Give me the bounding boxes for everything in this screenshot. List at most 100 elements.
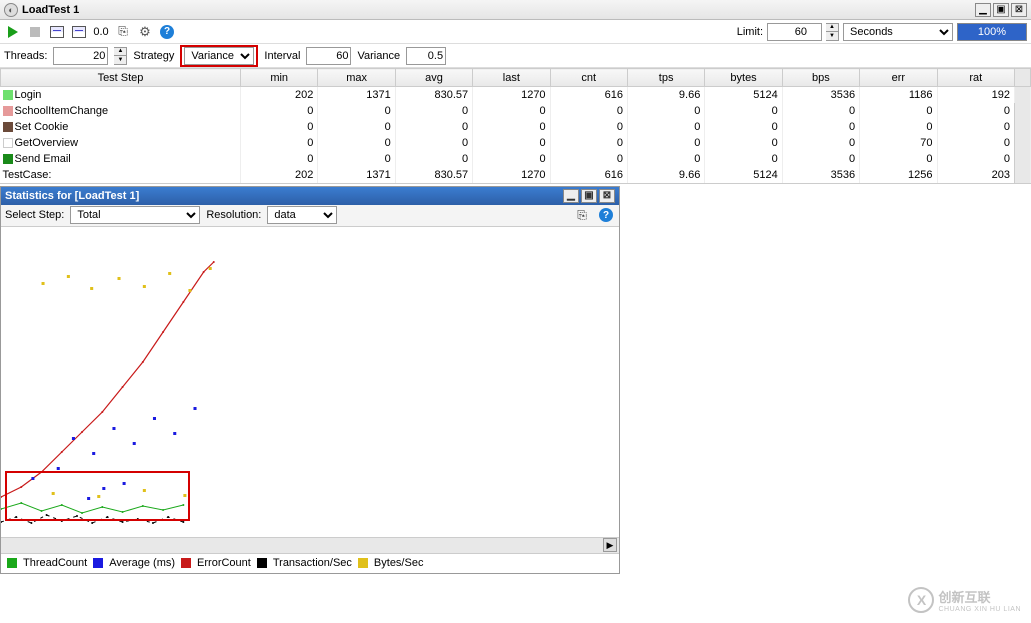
legend-label: Average (ms) [109, 557, 175, 569]
strategy-select[interactable]: Variance [184, 47, 254, 65]
data-cell: 616 [550, 87, 627, 103]
data-cell: 0 [860, 119, 937, 135]
stats-maximize-icon[interactable]: ▣ [581, 189, 597, 203]
progress-percent: 100% [957, 23, 1027, 41]
column-header[interactable]: tps [627, 69, 704, 87]
spin-down-icon[interactable]: ▼ [114, 56, 126, 64]
vscroll-header [1015, 69, 1031, 87]
interval-label: Interval [264, 50, 300, 62]
help-button[interactable]: ? [158, 23, 176, 41]
table-vscrollbar[interactable] [1015, 87, 1031, 183]
data-cell: 5124 [705, 87, 782, 103]
settings-button[interactable]: ⚙ [136, 23, 154, 41]
threads-label: Threads: [4, 50, 47, 62]
data-cell: 0 [860, 151, 937, 167]
reset-button[interactable]: 0.0 [92, 23, 110, 41]
spin-up-icon[interactable]: ▲ [826, 24, 838, 32]
data-cell: 1371 [318, 167, 395, 183]
stop-icon [30, 27, 40, 37]
data-cell: 830.57 [395, 167, 472, 183]
column-header[interactable]: min [241, 69, 318, 87]
table-row[interactable]: Set Cookie0000000000 [1, 119, 1031, 135]
chart-area [1, 227, 619, 537]
stats-help-button[interactable]: ? [597, 206, 615, 224]
statistics-titlebar: Statistics for [LoadTest 1] ▁ ▣ ⊠ [1, 187, 619, 205]
data-cell: 9.66 [627, 167, 704, 183]
close-window-icon[interactable]: ⊠ [1011, 3, 1027, 17]
data-cell: 0 [395, 119, 472, 135]
data-cell: 0 [937, 103, 1014, 119]
data-cell: 1371 [318, 87, 395, 103]
data-cell: 0 [937, 151, 1014, 167]
data-cell: 1256 [860, 167, 937, 183]
chart-hscrollbar[interactable]: ▶ [1, 537, 619, 553]
data-cell: 0 [860, 103, 937, 119]
limit-spinner[interactable]: ▲▼ [826, 23, 839, 41]
interval-input[interactable] [306, 47, 351, 65]
data-cell: 1270 [473, 87, 550, 103]
data-cell: 0 [782, 103, 859, 119]
table-row[interactable]: Send Email0000000000 [1, 151, 1031, 167]
data-cell: 0 [550, 151, 627, 167]
table-row[interactable]: SchoolItemChange0000000000 [1, 103, 1031, 119]
stats-close-icon[interactable]: ⊠ [599, 189, 615, 203]
table-row[interactable]: TestCase:2021371830.5712706169.665124353… [1, 167, 1031, 183]
data-cell: 0 [241, 119, 318, 135]
export-button[interactable]: ⎘ [114, 23, 132, 41]
table-row[interactable]: Login2021371830.5712706169.6651243536118… [1, 87, 1031, 103]
legend-swatch [93, 558, 103, 568]
legend-label: Bytes/Sec [374, 557, 424, 569]
chart2-button[interactable] [70, 23, 88, 41]
threads-spinner[interactable]: ▲▼ [114, 47, 127, 65]
select-step-select[interactable]: Total [70, 206, 200, 224]
run-button[interactable] [4, 23, 22, 41]
column-header[interactable]: max [318, 69, 395, 87]
maximize-window-icon[interactable]: ▣ [993, 3, 1009, 17]
row-color-swatch [3, 122, 13, 132]
column-header[interactable]: bytes [705, 69, 782, 87]
window-titlebar: ◐ LoadTest 1 ▁ ▣ ⊠ [0, 0, 1031, 20]
chart1-button[interactable] [48, 23, 66, 41]
data-cell: 0 [627, 135, 704, 151]
threads-input[interactable] [53, 47, 108, 65]
spin-up-icon[interactable]: ▲ [114, 48, 126, 56]
data-cell: 0 [395, 103, 472, 119]
minimize-window-icon[interactable]: ▁ [975, 3, 991, 17]
stats-minimize-icon[interactable]: ▁ [563, 189, 579, 203]
table-row[interactable]: GetOverview00000000700 [1, 135, 1031, 151]
statistics-toolbar: Select Step: Total Resolution: data ⎘ ? [1, 205, 619, 227]
variance-input[interactable] [406, 47, 446, 65]
spin-down-icon[interactable]: ▼ [826, 32, 838, 40]
limit-unit-select[interactable]: Seconds [843, 23, 953, 41]
data-cell: 0 [473, 119, 550, 135]
stats-export-button[interactable]: ⎘ [573, 206, 591, 224]
stop-button[interactable] [26, 23, 44, 41]
legend-label: Transaction/Sec [273, 557, 352, 569]
data-cell: 0 [705, 135, 782, 151]
column-header[interactable]: bps [782, 69, 859, 87]
chart-legend: ThreadCountAverage (ms)ErrorCountTransac… [1, 553, 619, 573]
column-header[interactable]: err [860, 69, 937, 87]
data-cell: 0 [550, 135, 627, 151]
resolution-select[interactable]: data [267, 206, 337, 224]
column-header[interactable]: last [473, 69, 550, 87]
data-cell: 9.66 [627, 87, 704, 103]
limit-input[interactable] [767, 23, 822, 41]
data-cell: 192 [937, 87, 1014, 103]
column-header[interactable]: Test Step [1, 69, 241, 87]
scroll-right-icon[interactable]: ▶ [603, 538, 617, 552]
step-name-cell: SchoolItemChange [1, 103, 241, 119]
window-title: LoadTest 1 [22, 4, 79, 16]
strategy-toolbar: Threads: ▲▼ Strategy Variance Interval V… [0, 44, 1031, 68]
column-header[interactable]: rat [937, 69, 1014, 87]
data-cell: 0 [627, 119, 704, 135]
data-cell: 202 [241, 167, 318, 183]
data-cell: 616 [550, 167, 627, 183]
play-icon [8, 26, 18, 38]
step-name-cell: TestCase: [1, 167, 241, 183]
statistics-panel: Statistics for [LoadTest 1] ▁ ▣ ⊠ Select… [0, 186, 620, 574]
column-header[interactable]: cnt [550, 69, 627, 87]
column-header[interactable]: avg [395, 69, 472, 87]
data-cell: 0 [705, 119, 782, 135]
data-cell: 0 [473, 151, 550, 167]
